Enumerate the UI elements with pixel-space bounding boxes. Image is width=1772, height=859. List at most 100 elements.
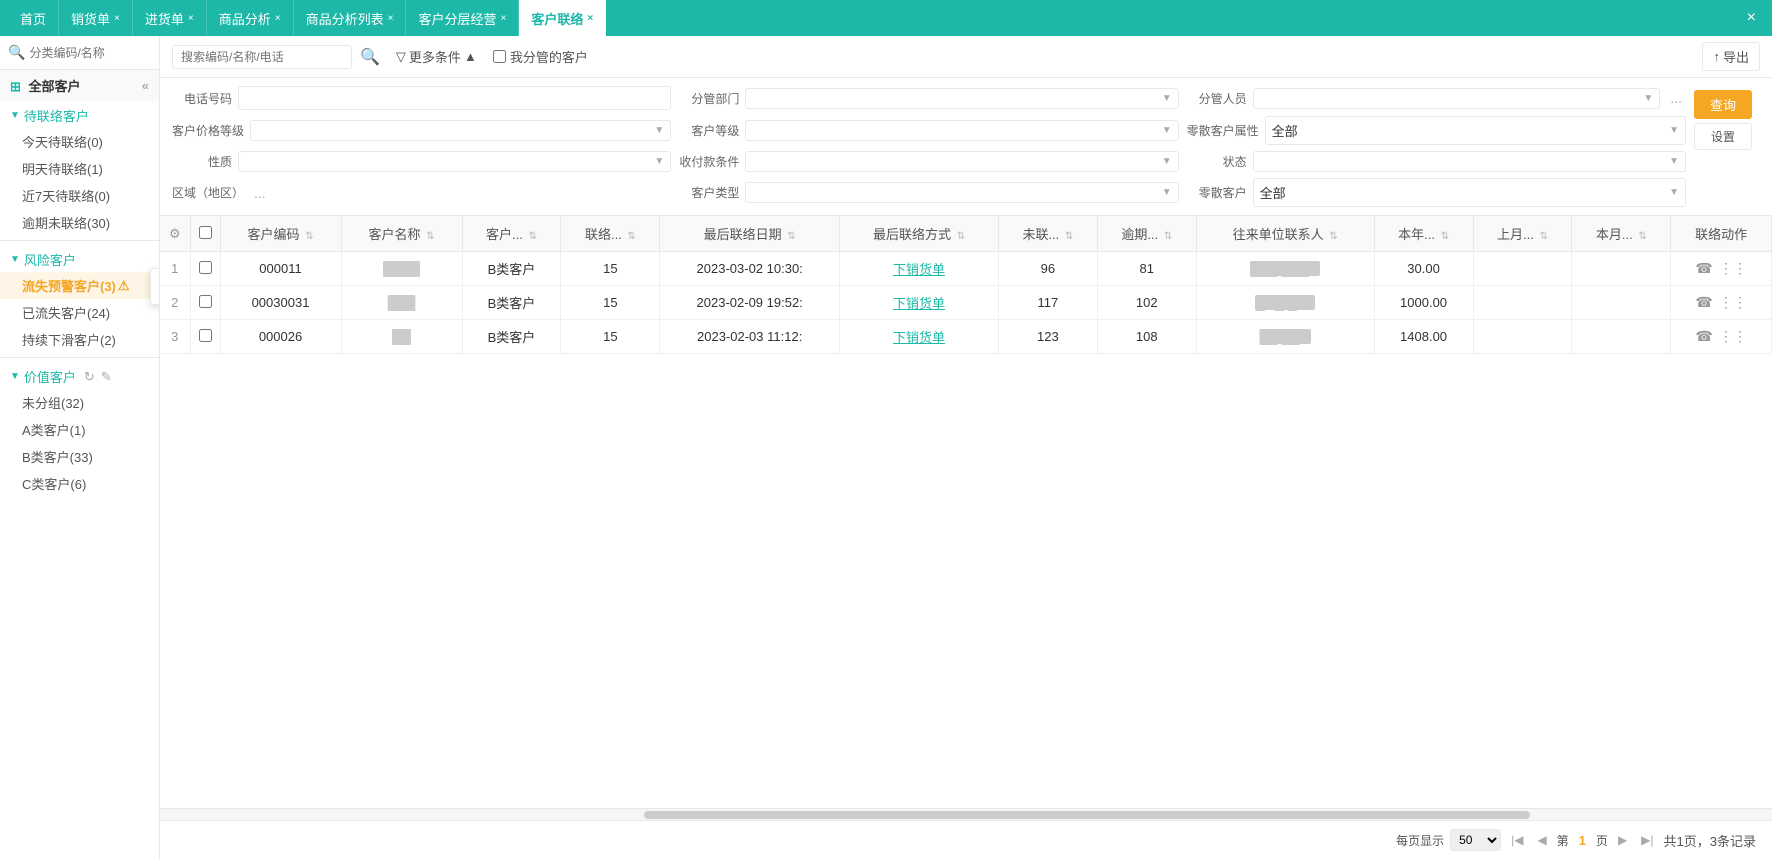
scrollbar-thumb[interactable]: [644, 811, 1531, 819]
sidebar-item-b-class[interactable]: B类客户(33): [0, 443, 159, 470]
nav-tab-customer-link-close[interactable]: ×: [587, 13, 593, 24]
sidebar-search-input[interactable]: [29, 46, 160, 60]
filter-phone-input[interactable]: [238, 86, 671, 110]
nav-tab-purchase-close[interactable]: ×: [188, 13, 194, 24]
more-conditions-button[interactable]: ▽ 更多条件 ▲: [388, 43, 485, 70]
sidebar-item-churn-warning[interactable]: 流失预警客户(3) ⚠: [0, 272, 159, 299]
row-checkbox-2[interactable]: [190, 320, 220, 354]
row-method-0[interactable]: 下销货单: [840, 252, 999, 286]
filter-payment-arrow: ▼: [1162, 156, 1172, 167]
last-page-btn[interactable]: ▶|: [1637, 831, 1657, 849]
row-thismonth-2: [1572, 320, 1671, 354]
sort-uncontacted-icon[interactable]: ⇅: [1065, 231, 1073, 242]
filter-manager-select[interactable]: ▼: [1253, 88, 1661, 109]
prev-page-btn[interactable]: ◀: [1533, 831, 1550, 849]
nav-tab-home[interactable]: 首页: [8, 0, 59, 36]
my-customers-checkbox[interactable]: 我分管的客户: [493, 47, 588, 66]
action-more-1[interactable]: ⋮⋮: [1719, 294, 1747, 311]
select-all-checkbox[interactable]: [199, 226, 212, 239]
row-method-2[interactable]: 下销货单: [840, 320, 999, 354]
settings-button[interactable]: 设置: [1694, 123, 1752, 150]
action-call-2[interactable]: ☎: [1695, 328, 1712, 345]
sidebar-item-declining[interactable]: 持续下滑客户(2): [0, 326, 159, 353]
sort-lastmonth-icon[interactable]: ⇅: [1539, 231, 1547, 242]
sidebar-root[interactable]: ⊞ 全部客户 «: [0, 70, 159, 101]
filter-price-grade-select[interactable]: ▼: [250, 120, 671, 141]
sidebar-item-7days[interactable]: 近7天待联络(0): [0, 182, 159, 209]
filter-region-dots[interactable]: ...: [250, 185, 270, 201]
action-more-0[interactable]: ⋮⋮: [1719, 260, 1747, 277]
value-edit-icon[interactable]: ✎: [101, 369, 112, 385]
search-button[interactable]: 🔍: [360, 47, 380, 67]
sidebar-group-risk[interactable]: ▼ 风险客户: [0, 245, 159, 272]
filter-nature: 性质 ▼: [172, 151, 671, 172]
sort-code-icon[interactable]: ⇅: [305, 231, 313, 242]
nav-tab-purchase[interactable]: 进货单 ×: [133, 0, 207, 36]
sidebar-collapse-icon[interactable]: «: [142, 78, 149, 93]
filter-customer-grade: 客户等级 ▼: [679, 120, 1178, 141]
th-name: 客户名称 ⇅: [341, 216, 462, 252]
sort-contact-icon[interactable]: ⇅: [627, 231, 635, 242]
sidebar-item-ungrouped[interactable]: 未分组(32): [0, 389, 159, 416]
row-person-1: █y █ █3...: [1196, 286, 1374, 320]
th-checkbox[interactable]: [190, 216, 220, 252]
filter-status-select[interactable]: ▼: [1253, 151, 1686, 172]
nav-tab-customer-link[interactable]: 客户联络 ×: [519, 0, 606, 36]
per-page-select[interactable]: 50 100: [1450, 829, 1501, 851]
filter-payment-select[interactable]: ▼: [745, 151, 1178, 172]
nav-tab-sales[interactable]: 销货单 ×: [59, 0, 133, 36]
first-page-btn[interactable]: |◀: [1507, 831, 1527, 849]
close-all-button[interactable]: ×: [1739, 9, 1764, 27]
th-settings[interactable]: ⚙: [160, 216, 190, 252]
sidebar-item-today[interactable]: 今天待联络(0): [0, 128, 159, 155]
my-customers-input[interactable]: [493, 50, 506, 63]
filter-customer-grade-select[interactable]: ▼: [745, 120, 1178, 141]
sort-person-icon[interactable]: ⇅: [1329, 231, 1337, 242]
action-more-2[interactable]: ⋮⋮: [1719, 328, 1747, 345]
row-uncontacted-0: 96: [998, 252, 1097, 286]
nav-tab-sales-close[interactable]: ×: [114, 13, 120, 24]
sidebar-item-a-class[interactable]: A类客户(1): [0, 416, 159, 443]
export-button[interactable]: ↑ 导出: [1702, 42, 1760, 71]
sort-method-icon[interactable]: ⇅: [957, 231, 965, 242]
action-call-0[interactable]: ☎: [1695, 260, 1712, 277]
sort-overdue-icon[interactable]: ⇅: [1164, 231, 1172, 242]
filter-manager-dots[interactable]: ...: [1666, 90, 1686, 106]
horizontal-scrollbar[interactable]: [160, 808, 1772, 820]
nav-tab-customer-seg-close[interactable]: ×: [500, 13, 506, 24]
sidebar-item-lost[interactable]: 已流失客户(24): [0, 299, 159, 326]
next-page-btn[interactable]: ▶: [1614, 831, 1631, 849]
row-checkbox-1[interactable]: [190, 286, 220, 320]
sidebar-item-c-class[interactable]: C类客户(6): [0, 470, 159, 497]
row-uncontacted-2: 123: [998, 320, 1097, 354]
filter-dept-select[interactable]: ▼: [745, 88, 1178, 109]
sidebar-group-value[interactable]: ▼ 价值客户 ↻ ✎: [0, 362, 159, 389]
sidebar-item-overdue[interactable]: 逾期未联络(30): [0, 209, 159, 236]
action-call-1[interactable]: ☎: [1695, 294, 1712, 311]
row-checkbox-0[interactable]: [190, 252, 220, 286]
filter-retail-select[interactable]: 全部 ▼: [1253, 178, 1686, 207]
nav-tab-analysis-list[interactable]: 商品分析列表 ×: [294, 0, 407, 36]
search-input[interactable]: [172, 45, 352, 69]
sort-type-icon[interactable]: ⇅: [529, 231, 537, 242]
row-method-1[interactable]: 下销货单: [840, 286, 999, 320]
filter-dept: 分管部门 ▼: [679, 88, 1178, 109]
sidebar-group-pending[interactable]: ▼ 待联络客户: [0, 101, 159, 128]
row-person-2: ██ ██...: [1196, 320, 1374, 354]
filter-retail-attr-select[interactable]: 全部 ▼: [1265, 116, 1686, 145]
nav-tab-analysis-close[interactable]: ×: [275, 13, 281, 24]
sidebar-item-tomorrow[interactable]: 明天待联络(1): [0, 155, 159, 182]
query-button[interactable]: 查询: [1694, 90, 1752, 119]
value-refresh-icon[interactable]: ↻: [84, 369, 95, 385]
filter-customer-type-select[interactable]: ▼: [745, 182, 1178, 203]
filter-nature-select[interactable]: ▼: [238, 151, 671, 172]
nav-tab-analysis-list-close[interactable]: ×: [388, 13, 394, 24]
sort-date-icon[interactable]: ⇅: [787, 231, 795, 242]
filter-row-1: 电话号码 分管部门 ▼ 分管人员: [172, 86, 1686, 110]
sort-year-icon[interactable]: ⇅: [1441, 231, 1449, 242]
row-name-0: ████: [341, 252, 462, 286]
nav-tab-analysis[interactable]: 商品分析 ×: [207, 0, 294, 36]
sort-name-icon[interactable]: ⇅: [426, 231, 434, 242]
nav-tab-customer-seg[interactable]: 客户分层经营 ×: [406, 0, 519, 36]
sort-thismonth-icon[interactable]: ⇅: [1638, 231, 1646, 242]
